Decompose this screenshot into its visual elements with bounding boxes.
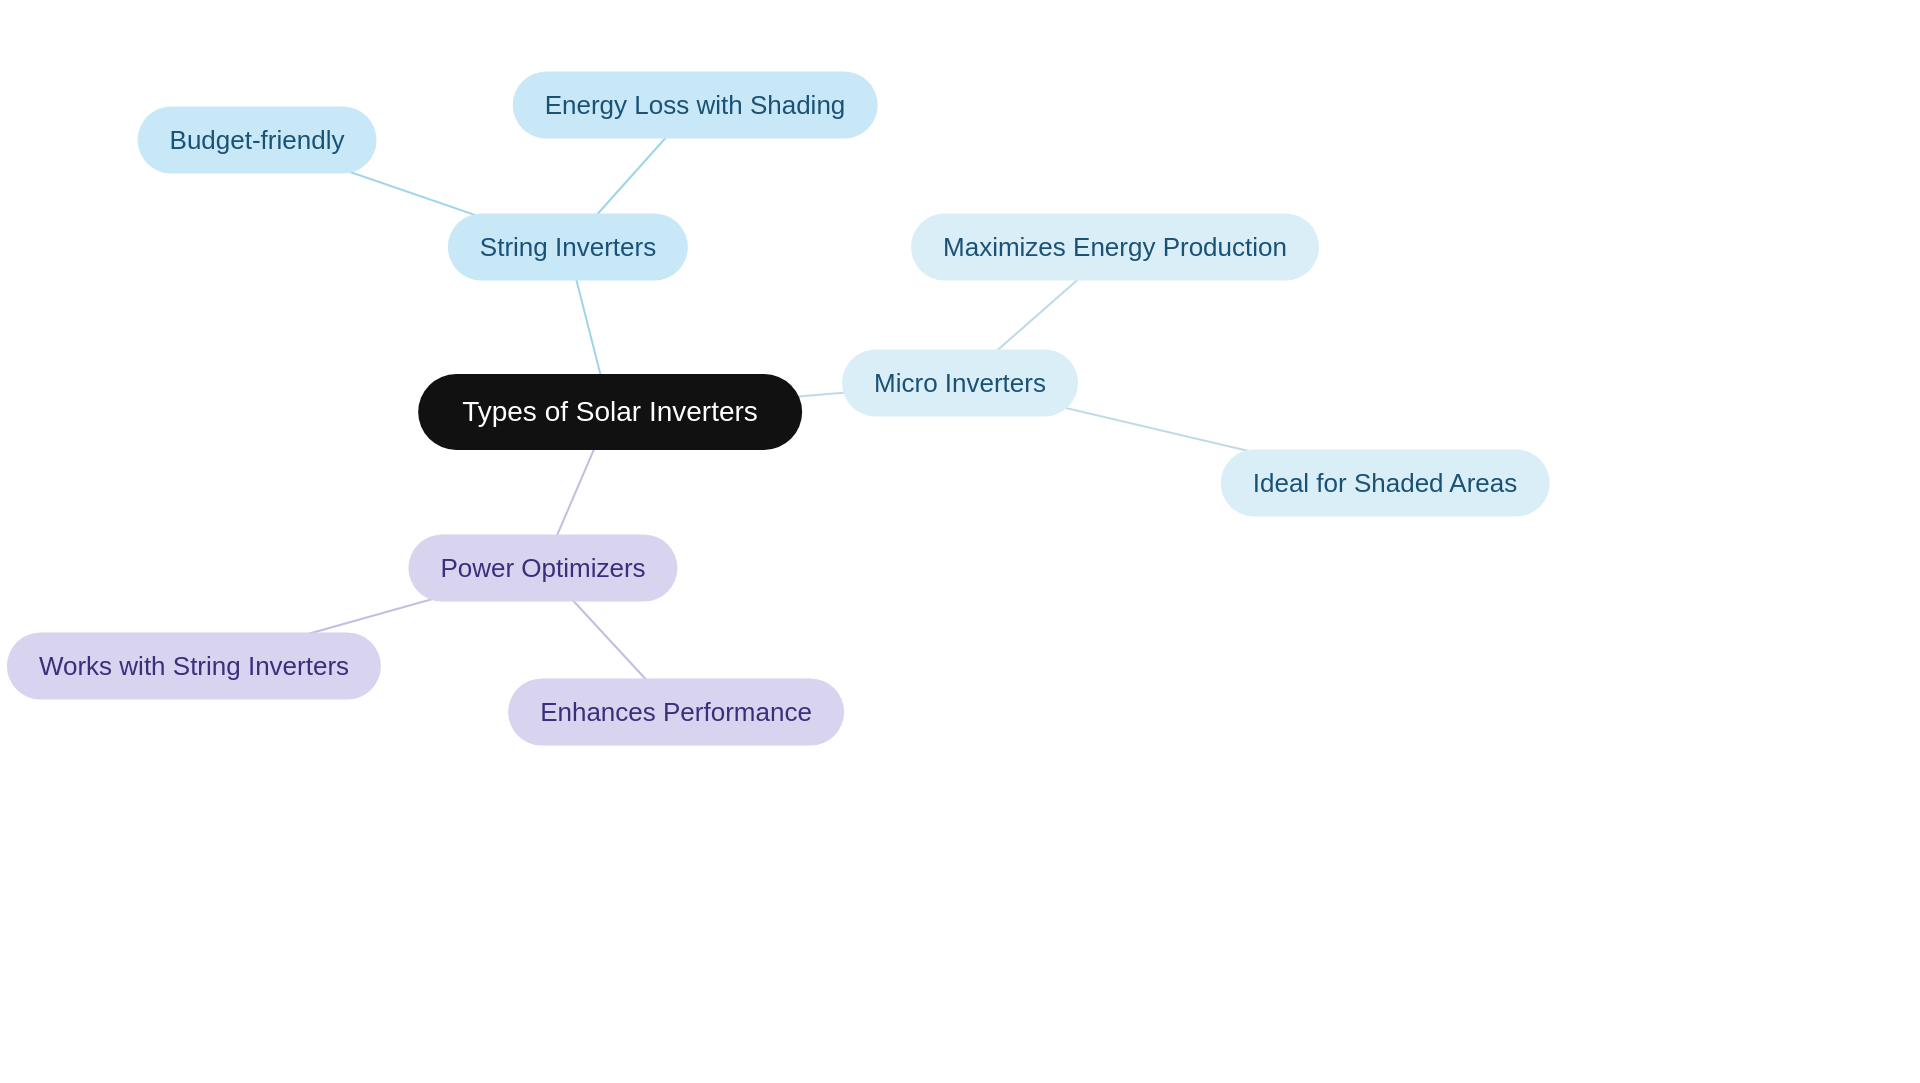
enhances-performance-node: Enhances Performance — [508, 679, 844, 746]
string-inverters-node: String Inverters — [448, 214, 688, 281]
energy-loss-node: Energy Loss with Shading — [513, 72, 878, 139]
center-node: Types of Solar Inverters — [418, 374, 802, 450]
maximizes-energy-node: Maximizes Energy Production — [911, 214, 1319, 281]
budget-friendly-node: Budget-friendly — [138, 107, 377, 174]
micro-inverters-node: Micro Inverters — [842, 350, 1078, 417]
ideal-shaded-node: Ideal for Shaded Areas — [1221, 450, 1550, 517]
power-optimizers-node: Power Optimizers — [408, 535, 677, 602]
works-string-node: Works with String Inverters — [7, 633, 381, 700]
